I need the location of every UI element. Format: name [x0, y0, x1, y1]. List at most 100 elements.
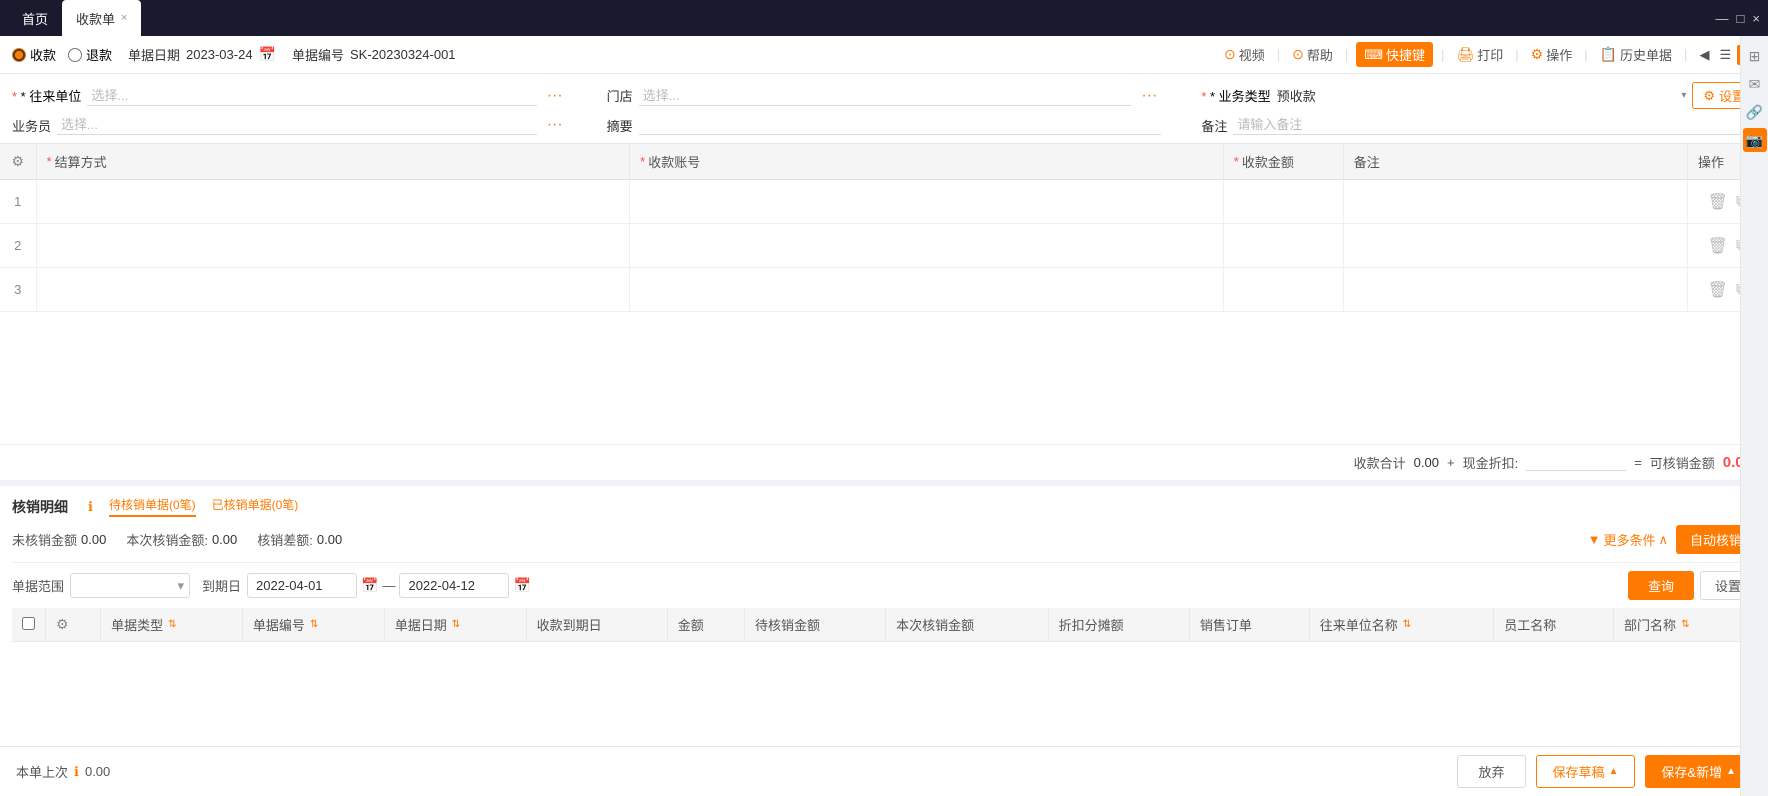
row-account-3[interactable]	[630, 268, 1224, 312]
nuclear-right: ▼ 更多条件 ∧ 自动核销	[1588, 525, 1756, 554]
page-footer: 本单上次 ℹ 0.00 放弃 保存草稿 ▲ 保存&新增 ▲	[0, 746, 1768, 796]
th-remarks-label: 备注	[1354, 155, 1380, 170]
sidebar-camera-icon[interactable]: 📷	[1743, 128, 1767, 152]
table-row: 2 🗑 ⧉	[0, 224, 1768, 268]
row-amount-1[interactable]	[1223, 180, 1343, 224]
window-controls: — □ ×	[1716, 11, 1760, 26]
date-from-calendar-icon[interactable]: 📅	[361, 577, 378, 594]
shortcut-btn[interactable]: ⌨ 快捷键	[1356, 42, 1433, 67]
layout-list-icon[interactable]: ☰	[1715, 45, 1735, 65]
save-draft-btn[interactable]: 保存草稿 ▲	[1536, 755, 1636, 788]
nav-tab-receipt[interactable]: 收款单 ×	[62, 0, 141, 36]
date-to-calendar-icon[interactable]: 📅	[513, 577, 530, 594]
sidebar-mail-icon[interactable]: ✉	[1743, 72, 1767, 96]
th-amount: * 收款金额	[1223, 144, 1343, 180]
date-from-input[interactable]	[247, 573, 357, 598]
refund-radio[interactable]: 退款	[68, 45, 112, 64]
layout-prev-icon[interactable]: ◀	[1695, 45, 1713, 65]
row-settlement-3[interactable]	[36, 268, 630, 312]
th-doc-date: 单据日期 ⇅	[384, 608, 526, 642]
row-amount-3[interactable]	[1223, 268, 1343, 312]
prev-info-icon[interactable]: ℹ	[74, 764, 79, 780]
th-employee: 员工名称	[1494, 608, 1614, 642]
form-section: * 往来单位 ··· 门店 ··· * 业务类型 预收款 ▾ ⚙ 设置	[0, 74, 1768, 144]
row-account-2[interactable]	[630, 224, 1224, 268]
select-all-checkbox[interactable]	[22, 617, 35, 630]
partner-more-btn[interactable]: ···	[543, 87, 567, 105]
video-icon: ⊙	[1224, 46, 1236, 63]
summary-input[interactable]	[639, 115, 1162, 135]
row-account-1[interactable]	[630, 180, 1224, 224]
th-action-label: 操作	[1698, 155, 1724, 170]
operate-btn[interactable]: ⚙ 操作	[1527, 43, 1577, 66]
receipt-radio[interactable]: 收款	[12, 45, 56, 64]
history-label: 历史单据	[1620, 45, 1672, 64]
th-doc-type: 单据类型 ⇅	[101, 608, 243, 642]
date-field-group: 单据日期 2023-03-24 📅	[128, 45, 276, 64]
th-settlement: * 结算方式	[36, 144, 630, 180]
history-btn[interactable]: 📋 历史单据	[1596, 43, 1676, 66]
table-row: 1 🗑 ⧉	[0, 180, 1768, 224]
th-amount-label: 收款金额	[1242, 152, 1294, 171]
business-type-select[interactable]: 预收款	[1277, 86, 1676, 105]
bottom-gear-icon[interactable]: ⚙	[56, 616, 69, 632]
table-gear-icon[interactable]: ⚙	[11, 153, 24, 169]
summary-row: 收款合计 0.00 + 现金折扣: = 可核销金额 0.00	[0, 444, 1768, 480]
delete-icon-2[interactable]: 🗑	[1708, 236, 1728, 256]
store-input[interactable]	[639, 86, 1132, 106]
sort-icon-num: ⇅	[310, 619, 318, 630]
video-btn[interactable]: ⊙ 视频	[1220, 43, 1269, 66]
query-btn[interactable]: 查询	[1628, 571, 1694, 600]
abandon-btn[interactable]: 放弃	[1457, 755, 1525, 788]
row-amount-2[interactable]	[1223, 224, 1343, 268]
store-more-btn[interactable]: ···	[1137, 87, 1161, 105]
th-amount: 金额	[667, 608, 744, 642]
bottom-table-header: ⚙ 单据类型 ⇅ 单据编号 ⇅	[12, 608, 1756, 642]
diff-value: 0.00	[317, 532, 342, 547]
row-settlement-2[interactable]	[36, 224, 630, 268]
filter-icon: ▼	[1588, 532, 1601, 547]
salesperson-input[interactable]	[57, 115, 537, 135]
row-settlement-1[interactable]	[36, 180, 630, 224]
salesperson-more-btn[interactable]: ···	[543, 116, 567, 134]
nuclear-tab-done[interactable]: 已核销单据(0笔)	[212, 496, 299, 517]
nuclear-info-icon[interactable]: ℹ	[88, 499, 93, 515]
business-type-arrow[interactable]: ▾	[1681, 90, 1686, 101]
minimize-icon[interactable]: —	[1716, 11, 1729, 26]
form-row-2: 业务员 ··· 摘要 备注	[12, 115, 1756, 135]
discount-input[interactable]	[1526, 455, 1626, 471]
th-checkbox	[12, 608, 46, 642]
row-remarks-3[interactable]	[1343, 268, 1687, 312]
close-window-icon[interactable]: ×	[1752, 11, 1760, 26]
delete-icon-3[interactable]: 🗑	[1708, 280, 1728, 300]
save-new-btn[interactable]: 保存&新增 ▲	[1645, 755, 1752, 788]
nuclear-tab-pending[interactable]: 待核销单据(0笔)	[109, 496, 196, 517]
due-date-field: 到期日 📅 — 📅	[202, 573, 531, 598]
range-select[interactable]	[70, 573, 190, 598]
nuclear-stats: 未核销金额 0.00 本次核销金额: 0.00 核销差额: 0.00 ▼ 更多条…	[12, 525, 1756, 554]
print-btn[interactable]: 🖨 打印	[1452, 43, 1507, 66]
nav-tab-home[interactable]: 首页	[8, 0, 62, 36]
row-num-3: 3	[0, 268, 36, 312]
sidebar-link-icon[interactable]: 🔗	[1743, 100, 1767, 124]
refund-radio-label: 退款	[86, 45, 112, 64]
home-label: 首页	[22, 9, 48, 28]
row-remarks-1[interactable]	[1343, 180, 1687, 224]
date-calendar-icon[interactable]: 📅	[259, 46, 276, 63]
sidebar-table-icon[interactable]: ⊞	[1743, 44, 1767, 68]
business-type-value: 预收款	[1277, 86, 1316, 105]
total-value: 0.00	[1414, 455, 1439, 470]
filter-chevron-icon: ∧	[1658, 532, 1668, 548]
delete-icon-1[interactable]: 🗑	[1708, 192, 1728, 212]
close-tab-icon[interactable]: ×	[121, 12, 127, 24]
shortcut-icon: ⌨	[1364, 47, 1383, 63]
partner-input[interactable]	[87, 86, 536, 106]
help-btn[interactable]: ⊙ 帮助	[1288, 43, 1337, 66]
date-to-input[interactable]	[399, 573, 509, 598]
save-draft-label: 保存草稿	[1553, 762, 1605, 781]
maximize-icon[interactable]: □	[1737, 11, 1745, 26]
remarks-input[interactable]	[1233, 115, 1756, 135]
more-filter-btn[interactable]: ▼ 更多条件 ∧	[1588, 530, 1668, 549]
sort-icon-type: ⇅	[168, 619, 176, 630]
row-remarks-2[interactable]	[1343, 224, 1687, 268]
